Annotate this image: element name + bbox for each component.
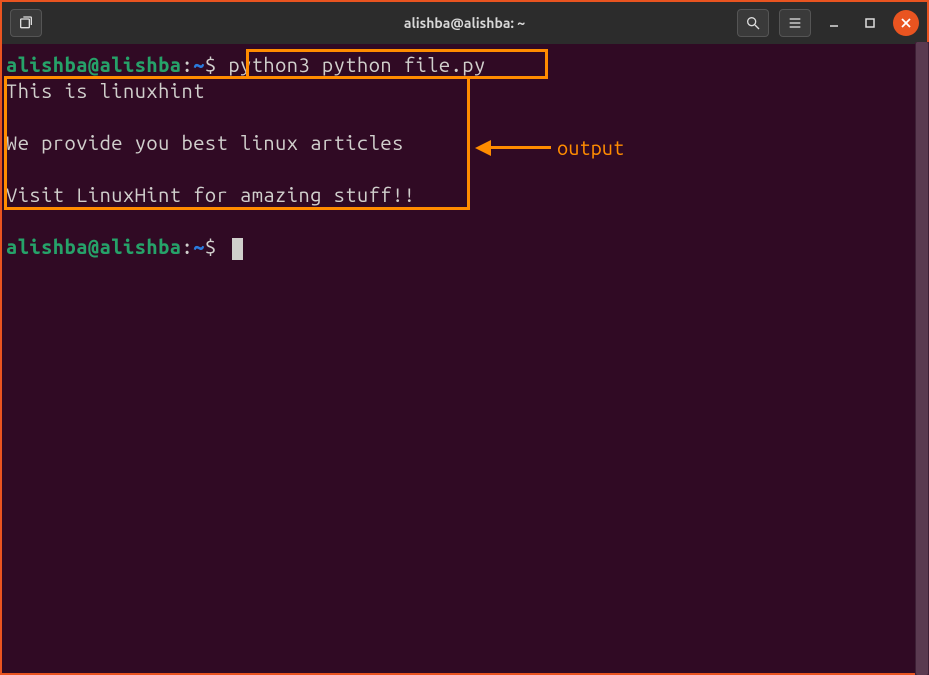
arrow-line-icon bbox=[491, 146, 551, 149]
output-annotation: output bbox=[475, 136, 624, 159]
maximize-icon bbox=[864, 17, 876, 29]
prompt-line-2: alishba@alishba : ~ $ bbox=[6, 234, 923, 260]
titlebar: alishba@alishba: ~ bbox=[2, 2, 927, 44]
spacer bbox=[6, 208, 923, 234]
hamburger-icon bbox=[787, 15, 803, 31]
new-tab-button[interactable] bbox=[10, 9, 42, 37]
search-icon bbox=[745, 15, 761, 31]
new-tab-icon bbox=[18, 15, 34, 31]
output-line: We provide you best linux articles bbox=[6, 130, 923, 156]
user-host: alishba@alishba bbox=[6, 234, 182, 260]
output-line: This is linuxhint bbox=[6, 78, 923, 104]
cursor-icon bbox=[232, 238, 243, 260]
minimize-button[interactable] bbox=[821, 10, 847, 36]
close-icon bbox=[900, 17, 912, 29]
window-title: alishba@alishba: ~ bbox=[404, 15, 525, 31]
scrollbar-track[interactable] bbox=[915, 42, 929, 675]
cursor-area bbox=[217, 234, 244, 260]
titlebar-controls bbox=[737, 9, 919, 37]
output-blank bbox=[6, 104, 923, 130]
output-blank bbox=[6, 156, 923, 182]
prompt-separator: : bbox=[182, 234, 194, 260]
command-text: python3 python file.py bbox=[217, 52, 486, 78]
prompt-path: ~ bbox=[193, 52, 205, 78]
prompt-symbol: $ bbox=[205, 234, 217, 260]
maximize-button[interactable] bbox=[857, 10, 883, 36]
minimize-icon bbox=[828, 17, 840, 29]
prompt-line-1: alishba@alishba : ~ $ python3 python fil… bbox=[6, 52, 923, 78]
output-line: Visit LinuxHint for amazing stuff!! bbox=[6, 182, 923, 208]
terminal-body[interactable]: alishba@alishba : ~ $ python3 python fil… bbox=[2, 44, 927, 673]
user-host: alishba@alishba bbox=[6, 52, 182, 78]
prompt-symbol: $ bbox=[205, 52, 217, 78]
prompt-separator: : bbox=[182, 52, 194, 78]
search-button[interactable] bbox=[737, 9, 769, 37]
scrollbar-thumb[interactable] bbox=[916, 42, 928, 675]
close-button[interactable] bbox=[893, 10, 919, 36]
annotation-label: output bbox=[557, 136, 624, 159]
hamburger-menu-button[interactable] bbox=[779, 9, 811, 37]
prompt-path: ~ bbox=[193, 234, 205, 260]
arrow-left-icon bbox=[475, 140, 491, 156]
